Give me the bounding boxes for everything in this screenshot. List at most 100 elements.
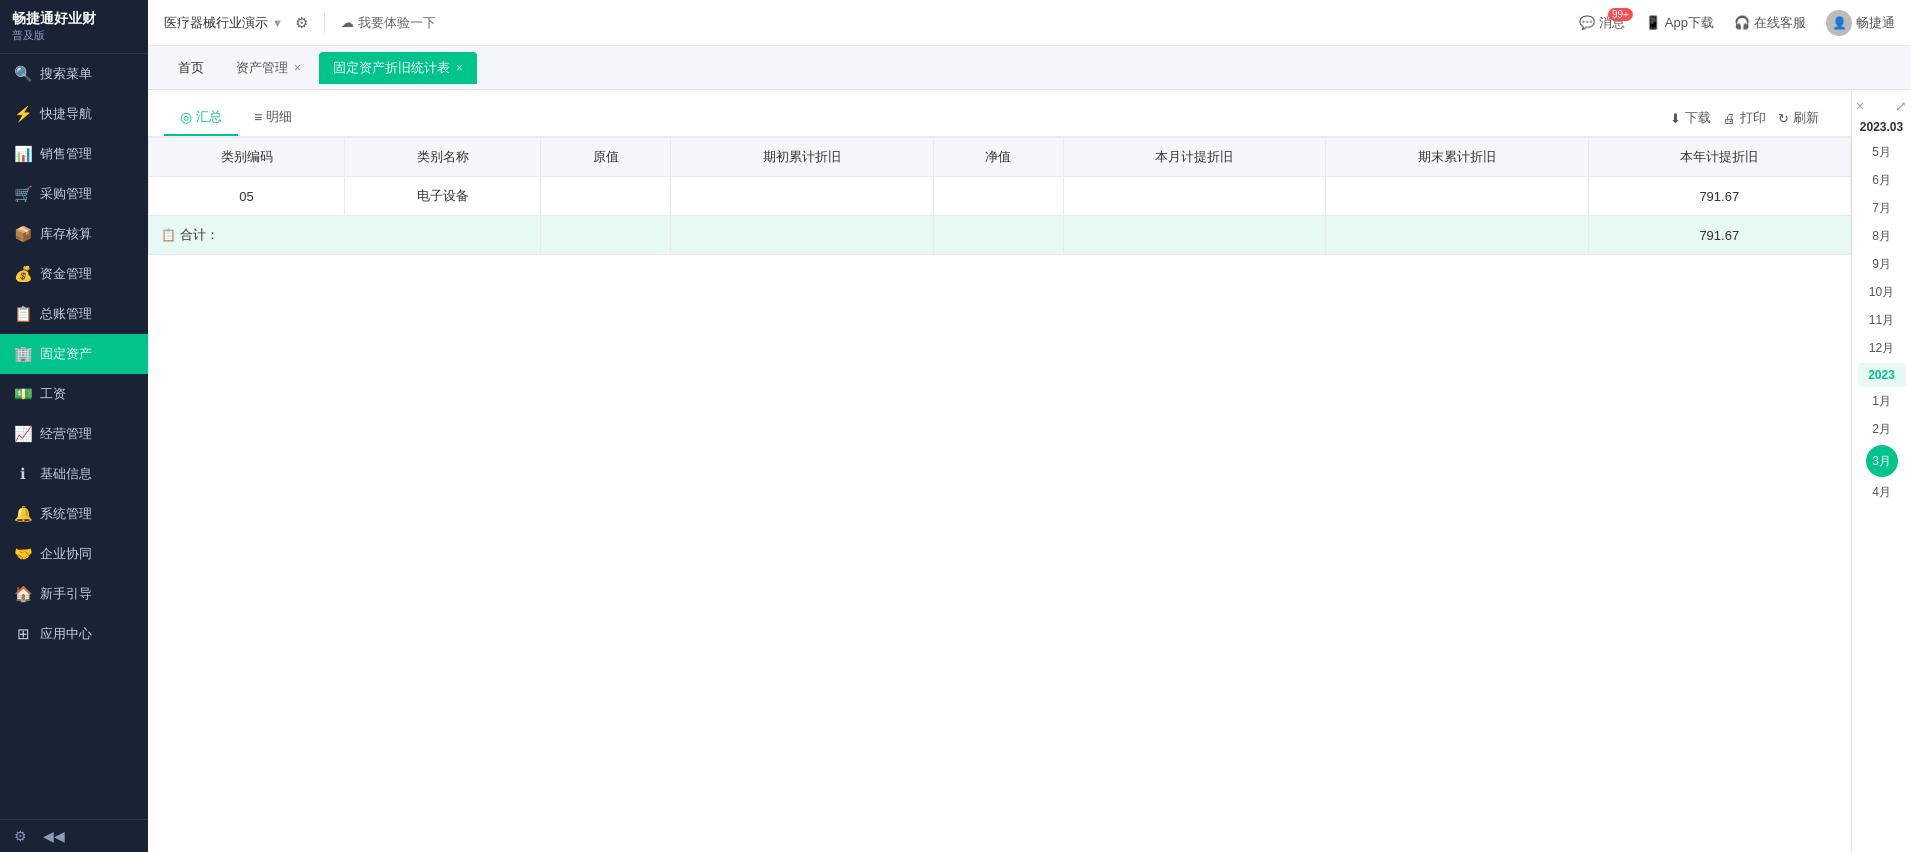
- cell-name: 电子设备: [345, 177, 541, 216]
- subtab-detail-label: 明细: [266, 108, 292, 126]
- sidebar-item-新手引导[interactable]: 🏠新手引导: [0, 574, 148, 614]
- table-row: 05 电子设备 791.67: [149, 177, 1851, 216]
- sidebar-icon-3: 🛒: [14, 185, 32, 203]
- sidebar-footer: ⚙ ◀◀: [0, 819, 148, 852]
- sidebar-item-系统管理[interactable]: 🔔 系统管理: [0, 494, 148, 534]
- collapse-icon[interactable]: ◀◀: [43, 828, 65, 844]
- date-month-9月[interactable]: 9月: [1858, 251, 1906, 278]
- refresh-btn[interactable]: ↻ 刷新: [1778, 109, 1819, 127]
- date-month-6月[interactable]: 6月: [1858, 167, 1906, 194]
- settings-icon[interactable]: ⚙: [14, 828, 27, 844]
- sidebar-label-0: 搜索菜单: [40, 65, 92, 83]
- sidebar-icon-0: 🔍: [14, 65, 32, 83]
- tab-fixed-asset-depreciation[interactable]: 固定资产折旧统计表 ×: [319, 52, 477, 84]
- sidebar-item-工资[interactable]: 💵工资: [0, 374, 148, 414]
- date-month-10月[interactable]: 10月: [1858, 279, 1906, 306]
- sidebar-item-销售管理[interactable]: 📊 销售管理: [0, 134, 148, 174]
- date-panel-expand-icon[interactable]: ⤢: [1895, 98, 1907, 114]
- sidebar-item-应用中心[interactable]: ⊞应用中心: [0, 614, 148, 654]
- sidebar-logo: 畅捷通好业财 普及版: [0, 0, 148, 54]
- content-area: ◎ 汇总 ≡ 明细 ⬇ 下载 🖨 打印: [148, 90, 1911, 852]
- topbar-right: 💬 消息 99+ 📱 App下载 🎧 在线客服 👤 畅捷通: [1579, 10, 1895, 36]
- date-month-4月[interactable]: 4月: [1858, 479, 1906, 506]
- sidebar-item-企业协同[interactable]: 🤝企业协同: [0, 534, 148, 574]
- sidebar-label-4: 库存核算: [40, 225, 92, 243]
- sidebar-label-3: 采购管理: [40, 185, 92, 203]
- sidebar-item-库存核算[interactable]: 📦 库存核算: [0, 214, 148, 254]
- sidebar-item-基础信息[interactable]: ℹ基础信息: [0, 454, 148, 494]
- app-download-label: App下载: [1665, 14, 1714, 32]
- company-selector[interactable]: 医疗器械行业演示 ▼: [164, 14, 283, 32]
- sidebar-item-采购管理[interactable]: 🛒 采购管理: [0, 174, 148, 214]
- download-btn[interactable]: ⬇ 下载: [1670, 109, 1711, 127]
- user-profile-btn[interactable]: 👤 畅捷通: [1826, 10, 1895, 36]
- tab-home[interactable]: 首页: [164, 52, 218, 84]
- sidebar-icon-13: 🏠: [14, 585, 32, 603]
- table-total-row: 📋 合计： 791.67: [149, 216, 1851, 255]
- sidebar-icon-6: 📋: [14, 305, 32, 323]
- date-year-label[interactable]: 2023: [1858, 363, 1906, 387]
- col-acc-dep-end: 期末累计折旧: [1326, 138, 1588, 177]
- sidebar-item-搜索菜单[interactable]: 🔍 搜索菜单: [0, 54, 148, 94]
- date-month-8月[interactable]: 8月: [1858, 223, 1906, 250]
- company-name: 医疗器械行业演示: [164, 14, 268, 32]
- sidebar-icon-10: ℹ: [14, 465, 32, 483]
- print-btn[interactable]: 🖨 打印: [1723, 109, 1766, 127]
- cell-acc-dep-end: [1326, 177, 1588, 216]
- sidebar-label-6: 总账管理: [40, 305, 92, 323]
- sidebar-label-11: 系统管理: [40, 505, 92, 523]
- refresh-label: 刷新: [1793, 109, 1819, 127]
- depreciation-table: 类别编码 类别名称 原值 期初累计折旧 净值 本月计提折旧 期末累计折旧 本年计…: [148, 137, 1851, 255]
- col-net: 净值: [933, 138, 1063, 177]
- content-main: ◎ 汇总 ≡ 明细 ⬇ 下载 🖨 打印: [148, 90, 1851, 852]
- date-panel-close-icon[interactable]: ×: [1856, 98, 1864, 114]
- date-month-1月[interactable]: 1月: [1858, 388, 1906, 415]
- subtab-summary-label: 汇总: [196, 108, 222, 126]
- sidebar-icon-2: 📊: [14, 145, 32, 163]
- user-avatar-icon: 👤: [1832, 16, 1847, 30]
- experience-btn[interactable]: ☁ 我要体验一下: [341, 14, 436, 32]
- sidebar: 畅捷通好业财 普及版 🔍 搜索菜单 ⚡快捷导航 📊 销售管理 🛒 采购管理 📦 库存核算 💰资金管…: [0, 0, 148, 852]
- topbar: 医疗器械行业演示 ▼ ⚙ ☁ 我要体验一下 💬 消息 99+ 📱 App下载 🎧…: [148, 0, 1911, 46]
- message-btn[interactable]: 💬 消息 99+: [1579, 14, 1625, 32]
- table-wrap: 类别编码 类别名称 原值 期初累计折旧 净值 本月计提折旧 期末累计折旧 本年计…: [148, 137, 1851, 852]
- tab-asset-management[interactable]: 资产管理 ×: [222, 52, 315, 84]
- date-month-3月[interactable]: 3月: [1866, 445, 1898, 477]
- experience-label: 我要体验一下: [358, 14, 436, 32]
- sidebar-item-固定资产[interactable]: 🏢固定资产: [0, 334, 148, 374]
- topbar-divider: [324, 13, 325, 33]
- date-month-11月[interactable]: 11月: [1858, 307, 1906, 334]
- app-name: 畅捷通好业财: [12, 10, 96, 28]
- app-download-btn[interactable]: 📱 App下载: [1645, 14, 1714, 32]
- sidebar-item-资金管理[interactable]: 💰资金管理: [0, 254, 148, 294]
- cell-acc-dep-start: [671, 177, 933, 216]
- avatar: 👤: [1826, 10, 1852, 36]
- total-monthly-dep: [1063, 216, 1325, 255]
- sidebar-label-2: 销售管理: [40, 145, 92, 163]
- tabbar: 首页 资产管理 × 固定资产折旧统计表 ×: [148, 46, 1911, 90]
- total-yearly-dep: 791.67: [1588, 216, 1850, 255]
- message-icon: 💬: [1579, 15, 1595, 30]
- sidebar-label-12: 企业协同: [40, 545, 92, 563]
- sidebar-item-快捷导航[interactable]: ⚡快捷导航: [0, 94, 148, 134]
- summary-icon: ◎: [180, 109, 192, 125]
- tab-fixed-asset-close[interactable]: ×: [456, 61, 463, 75]
- sidebar-label-8: 工资: [40, 385, 66, 403]
- date-month-2月[interactable]: 2月: [1858, 416, 1906, 443]
- subtab-detail[interactable]: ≡ 明细: [238, 100, 308, 136]
- subtab-summary[interactable]: ◎ 汇总: [164, 100, 238, 136]
- topbar-settings-icon[interactable]: ⚙: [295, 14, 308, 32]
- sidebar-icon-5: 💰: [14, 265, 32, 283]
- sidebar-item-经营管理[interactable]: 📈经营管理: [0, 414, 148, 454]
- date-month-7月[interactable]: 7月: [1858, 195, 1906, 222]
- total-net: [933, 216, 1063, 255]
- sidebar-item-总账管理[interactable]: 📋 总账管理: [0, 294, 148, 334]
- cell-original: [541, 177, 671, 216]
- tab-asset-management-close[interactable]: ×: [294, 61, 301, 75]
- date-month-5月[interactable]: 5月: [1858, 139, 1906, 166]
- sidebar-icon-11: 🔔: [14, 505, 32, 523]
- date-month-12月[interactable]: 12月: [1858, 335, 1906, 362]
- cell-code: 05: [149, 177, 345, 216]
- online-service-btn[interactable]: 🎧 在线客服: [1734, 14, 1806, 32]
- sidebar-icon-4: 📦: [14, 225, 32, 243]
